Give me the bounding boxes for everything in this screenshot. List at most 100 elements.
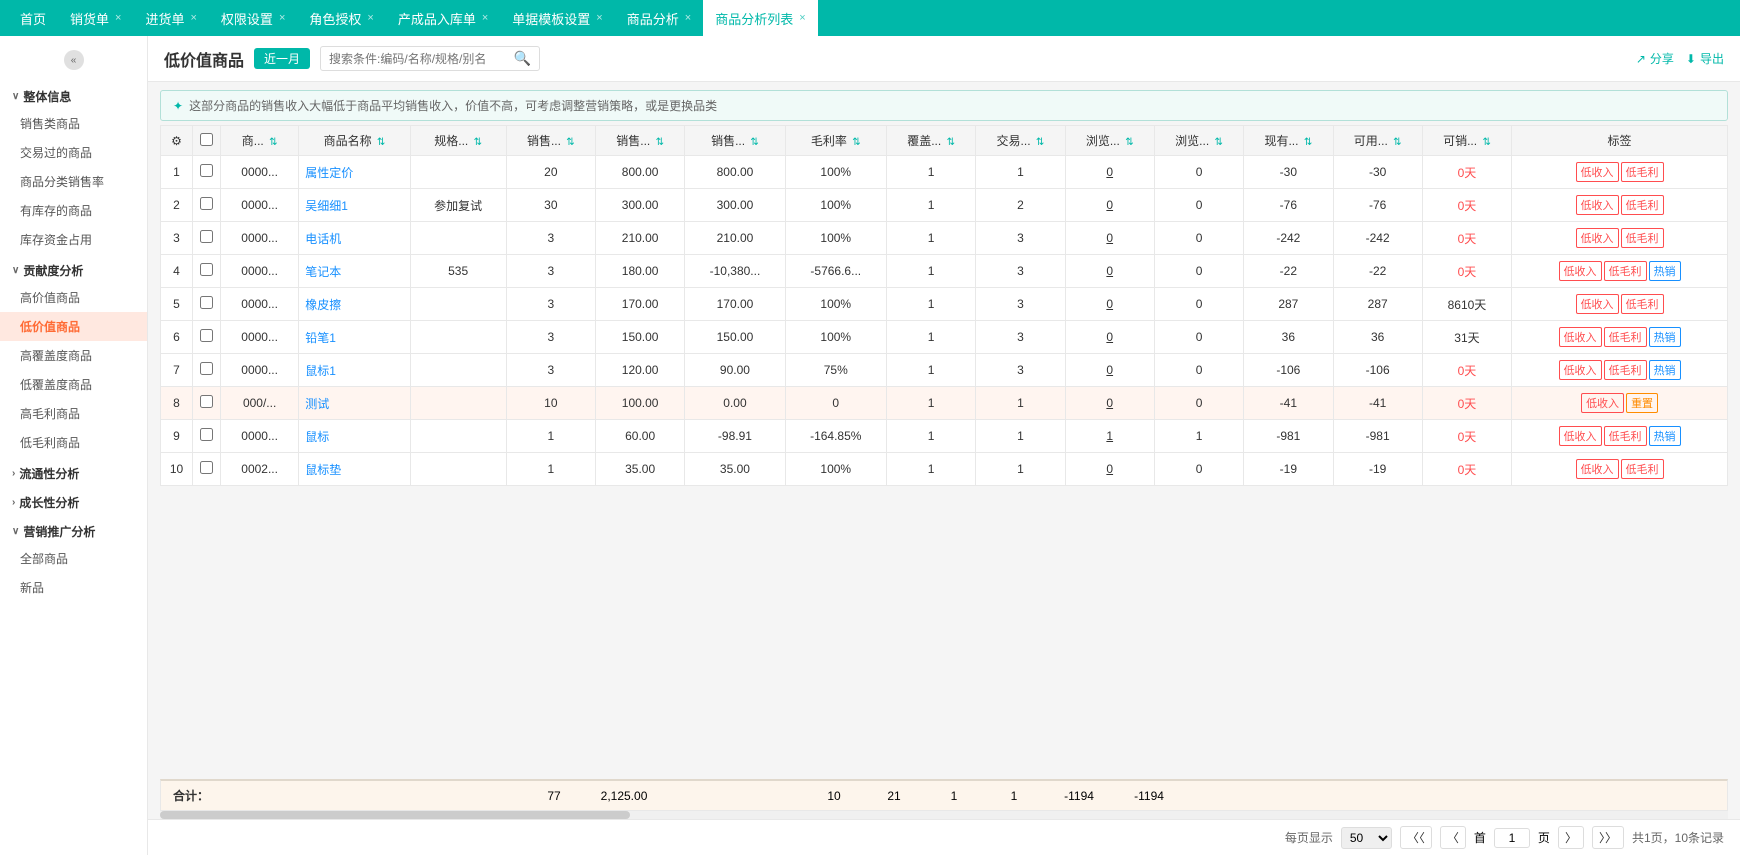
nav-item-permissions[interactable]: 权限设置 × xyxy=(209,0,297,36)
row-checkbox[interactable] xyxy=(193,453,221,486)
row-select-checkbox[interactable] xyxy=(200,329,213,342)
row-spec xyxy=(410,288,506,321)
col-coverage[interactable]: 覆盖... ⇅ xyxy=(886,126,975,156)
row-name[interactable]: 鼠标1 xyxy=(299,354,410,387)
page-input[interactable] xyxy=(1494,828,1530,848)
col-sellable[interactable]: 可销... ⇅ xyxy=(1422,126,1511,156)
nav-item-home[interactable]: 首页 xyxy=(8,0,58,36)
row-sales-price: 210.00 xyxy=(595,222,684,255)
nav-item-roles[interactable]: 角色授权 × xyxy=(297,0,385,36)
close-icon[interactable]: × xyxy=(482,12,488,24)
col-spec[interactable]: 规格... ⇅ xyxy=(410,126,506,156)
close-icon[interactable]: × xyxy=(190,12,196,24)
prev-page-btn[interactable]: 〈 xyxy=(1440,826,1466,849)
row-checkbox[interactable] xyxy=(193,354,221,387)
col-sales-amount[interactable]: 销售... ⇅ xyxy=(685,126,785,156)
row-checkbox[interactable] xyxy=(193,189,221,222)
search-input[interactable] xyxy=(329,52,510,66)
row-name[interactable]: 橡皮擦 xyxy=(299,288,410,321)
close-icon[interactable]: × xyxy=(799,12,805,24)
sidebar-group-growth[interactable]: › 成长性分析 xyxy=(0,486,147,515)
row-name[interactable]: 铅笔1 xyxy=(299,321,410,354)
row-select-checkbox[interactable] xyxy=(200,428,213,441)
row-checkbox[interactable] xyxy=(193,156,221,189)
sidebar-group-flow[interactable]: › 流通性分析 xyxy=(0,457,147,486)
sidebar-item-high-value[interactable]: 高价值商品 xyxy=(0,283,147,312)
row-name[interactable]: 测试 xyxy=(299,387,410,420)
row-select-checkbox[interactable] xyxy=(200,296,213,309)
sidebar-group-overall[interactable]: ∨ 整体信息 xyxy=(0,80,147,109)
col-settings[interactable]: ⚙ xyxy=(161,126,193,156)
share-icon: ↗ xyxy=(1636,52,1646,66)
sidebar-item-low-value[interactable]: 低价值商品 xyxy=(0,312,147,341)
sidebar-item-stock-funds[interactable]: 库存资金占用 xyxy=(0,225,147,254)
row-available: -41 xyxy=(1333,387,1422,420)
sidebar-item-traded[interactable]: 交易过的商品 xyxy=(0,138,147,167)
last-page-btn[interactable]: 〉〉 xyxy=(1592,826,1624,849)
nav-item-analysis[interactable]: 商品分析 × xyxy=(615,0,703,36)
col-margin[interactable]: 毛利率 ⇅ xyxy=(785,126,886,156)
col-sales-qty[interactable]: 销售... ⇅ xyxy=(506,126,595,156)
row-select-checkbox[interactable] xyxy=(200,263,213,276)
sidebar-collapse-btn[interactable]: « xyxy=(64,50,84,70)
nav-item-analysis-list[interactable]: 商品分析列表 × xyxy=(703,0,817,36)
sidebar-item-category-rate[interactable]: 商品分类销售率 xyxy=(0,167,147,196)
row-name[interactable]: 属性定价 xyxy=(299,156,410,189)
nav-item-templates[interactable]: 单据模板设置 × xyxy=(500,0,614,36)
sidebar-item-high-margin[interactable]: 高毛利商品 xyxy=(0,399,147,428)
close-icon[interactable]: × xyxy=(279,12,285,24)
row-checkbox[interactable] xyxy=(193,420,221,453)
row-name[interactable]: 电话机 xyxy=(299,222,410,255)
next-page-btn[interactable]: 〉 xyxy=(1558,826,1584,849)
row-select-checkbox[interactable] xyxy=(200,362,213,375)
nav-item-purchase[interactable]: 进货单 × xyxy=(133,0,208,36)
col-code[interactable]: 商... ⇅ xyxy=(221,126,299,156)
col-checkbox[interactable] xyxy=(193,126,221,156)
close-icon[interactable]: × xyxy=(596,12,602,24)
row-select-checkbox[interactable] xyxy=(200,395,213,408)
row-checkbox[interactable] xyxy=(193,387,221,420)
filter-btn[interactable]: 近一月 xyxy=(254,48,310,69)
row-select-checkbox[interactable] xyxy=(200,230,213,243)
col-current-stock[interactable]: 现有... ⇅ xyxy=(1244,126,1333,156)
close-icon[interactable]: × xyxy=(115,12,121,24)
nav-item-products-in[interactable]: 产成品入库单 × xyxy=(386,0,500,36)
row-checkbox[interactable] xyxy=(193,288,221,321)
sidebar-item-sales-products[interactable]: 销售类商品 xyxy=(0,109,147,138)
select-all-checkbox[interactable] xyxy=(200,133,213,146)
row-select-checkbox[interactable] xyxy=(200,164,213,177)
sidebar-item-new-products[interactable]: 新品 xyxy=(0,573,147,602)
share-btn[interactable]: ↗ 分享 xyxy=(1636,50,1674,67)
row-name[interactable]: 鼠标 xyxy=(299,420,410,453)
row-checkbox[interactable] xyxy=(193,255,221,288)
col-views2[interactable]: 浏览... ⇅ xyxy=(1154,126,1243,156)
col-transactions[interactable]: 交易... ⇅ xyxy=(976,126,1065,156)
first-page-btn[interactable]: 〈〈 xyxy=(1400,826,1432,849)
col-views1[interactable]: 浏览... ⇅ xyxy=(1065,126,1154,156)
sidebar-item-high-coverage[interactable]: 高覆盖度商品 xyxy=(0,341,147,370)
row-name[interactable]: 鼠标垫 xyxy=(299,453,410,486)
close-icon[interactable]: × xyxy=(685,12,691,24)
search-box[interactable]: 🔍 xyxy=(320,46,540,71)
sidebar-group-contribution[interactable]: ∨ 贡献度分析 xyxy=(0,254,147,283)
sidebar-item-stock-products[interactable]: 有库存的商品 xyxy=(0,196,147,225)
row-select-checkbox[interactable] xyxy=(200,461,213,474)
sidebar-item-low-coverage[interactable]: 低覆盖度商品 xyxy=(0,370,147,399)
per-page-select[interactable]: 50 100 200 xyxy=(1341,827,1392,849)
row-checkbox[interactable] xyxy=(193,222,221,255)
row-transactions: 3 xyxy=(976,222,1065,255)
row-select-checkbox[interactable] xyxy=(200,197,213,210)
close-icon[interactable]: × xyxy=(367,12,373,24)
col-name[interactable]: 商品名称 ⇅ xyxy=(299,126,410,156)
sidebar-item-all-products[interactable]: 全部商品 xyxy=(0,544,147,573)
row-name[interactable]: 吴细细1 xyxy=(299,189,410,222)
sidebar-group-marketing[interactable]: ∨ 营销推广分析 xyxy=(0,515,147,544)
row-coverage: 1 xyxy=(886,156,975,189)
col-available[interactable]: 可用... ⇅ xyxy=(1333,126,1422,156)
row-name[interactable]: 笔记本 xyxy=(299,255,410,288)
export-btn[interactable]: ⬇ 导出 xyxy=(1686,50,1724,67)
sidebar-item-low-margin[interactable]: 低毛利商品 xyxy=(0,428,147,457)
nav-item-sales[interactable]: 销货单 × xyxy=(58,0,133,36)
col-sales-price[interactable]: 销售... ⇅ xyxy=(595,126,684,156)
row-checkbox[interactable] xyxy=(193,321,221,354)
